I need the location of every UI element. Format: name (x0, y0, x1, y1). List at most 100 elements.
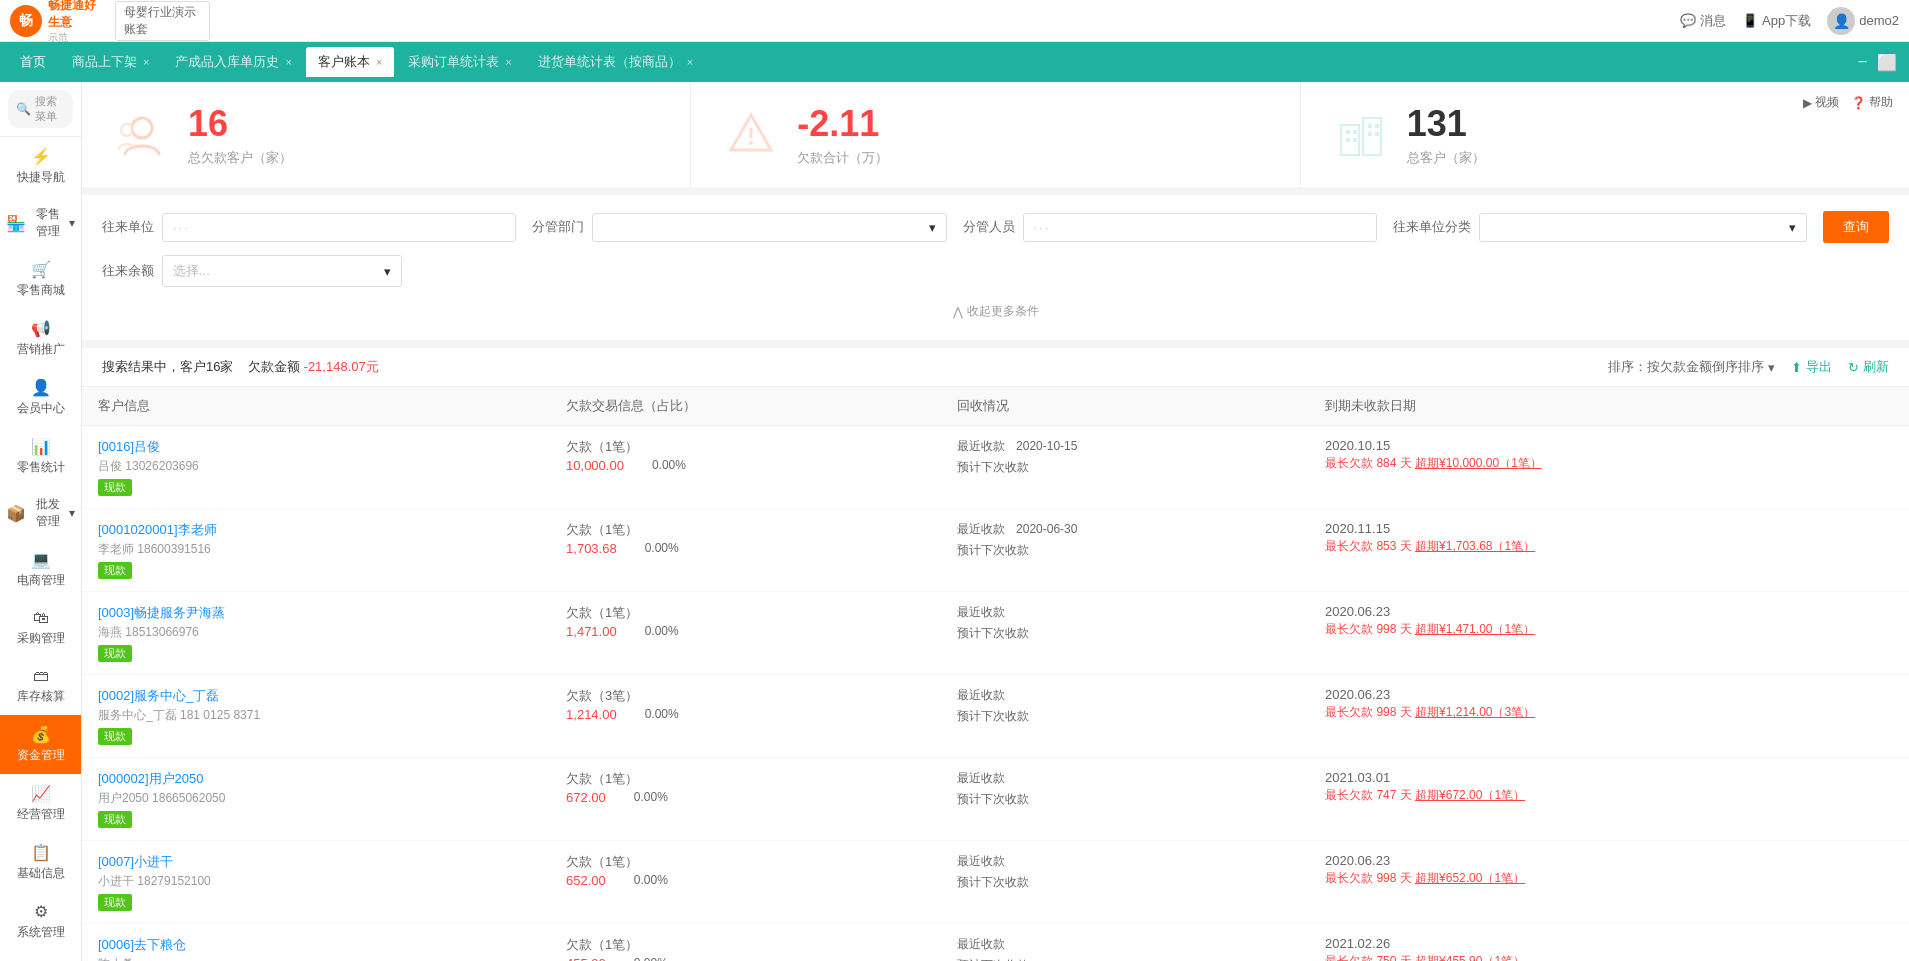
overdue-link-4[interactable]: 超期¥672.00（1笔） (1415, 788, 1525, 802)
collapse-button[interactable]: ⋀ 收起更多条件 (953, 303, 1039, 320)
tab-close-purchase-order[interactable]: × (505, 56, 511, 68)
tab-maximize[interactable]: ⬜ (1873, 49, 1901, 76)
filter-balance: 往来余额 选择... ▾ (102, 255, 402, 287)
tab-close-purchase-stats[interactable]: × (687, 56, 693, 68)
customer-name-link-1[interactable]: [0001020001]李老师 (98, 522, 217, 537)
table-row: [0007]小进干 小进干 18279152100 现款 欠款（1笔） 652.… (82, 841, 1909, 924)
sidebar-item-batch-mgmt[interactable]: 📦 批发管理 ▾ (0, 486, 81, 540)
overdue-link-3[interactable]: 超期¥1,214.00（3笔） (1415, 705, 1535, 719)
cell-recovery-3: 最近收款 预计下次收款 (941, 675, 1309, 758)
sort-button[interactable]: 排序：按欠款金额倒序排序 ▾ (1608, 358, 1775, 376)
overdue-link-5[interactable]: 超期¥652.00（1笔） (1415, 871, 1525, 885)
cell-due-date-6: 2021.02.26 最长欠款 750 天 超期¥455.90（1笔） (1309, 924, 1909, 961)
query-button[interactable]: 查询 (1823, 211, 1889, 243)
debt-amount-3: 1,214.00 (566, 707, 617, 722)
chevron-down-icon-category: ▾ (1789, 220, 1796, 235)
ecom-mgmt-icon: 💻 (31, 550, 51, 569)
refresh-button[interactable]: ↻ 刷新 (1848, 358, 1889, 376)
svg-rect-7 (1346, 130, 1350, 134)
cell-recovery-2: 最近收款 预计下次收款 (941, 592, 1309, 675)
avatar: 👤 (1827, 7, 1855, 35)
collapse-icon: ⋀ (953, 305, 963, 319)
svg-point-4 (749, 141, 753, 145)
overdue-info-0: 最长欠款 884 天 超期¥10,000.00（1笔） (1325, 455, 1893, 472)
sidebar-item-quick-nav[interactable]: ⚡ 快捷导航 (0, 137, 81, 196)
filter-person-input[interactable]: ··· (1023, 213, 1377, 242)
sidebar-item-retail-mgmt[interactable]: 🏪 零售管理 ▾ (0, 196, 81, 250)
customer-contact-2: 海燕 18513066976 (98, 624, 534, 641)
overdue-link-2[interactable]: 超期¥1,471.00（1笔） (1415, 622, 1535, 636)
chevron-down-icon-sort: ▾ (1768, 360, 1775, 375)
svg-rect-11 (1368, 124, 1372, 128)
tab-product-history[interactable]: 产成品入库单历史 × (163, 47, 303, 77)
sidebar-item-system[interactable]: ⚙ 系统管理 (0, 892, 81, 951)
customer-contact-6: 陈小希 (98, 956, 534, 961)
download-icon: 📱 (1742, 13, 1758, 28)
export-button[interactable]: ⬆ 导出 (1791, 358, 1832, 376)
tab-close-product-off[interactable]: × (143, 56, 149, 68)
store-selector[interactable]: 母婴行业演示账套 (115, 1, 210, 41)
sidebar-item-retail-stats[interactable]: 📊 零售统计 (0, 427, 81, 486)
customer-name-link-2[interactable]: [0003]畅捷服务尹海蒸 (98, 605, 225, 620)
overdue-link-1[interactable]: 超期¥1,703.68（1笔） (1415, 539, 1535, 553)
sidebar-item-inventory[interactable]: 🗃 库存核算 (0, 657, 81, 715)
sidebar-item-finance[interactable]: 💰 资金管理 (0, 715, 81, 774)
sidebar-item-ecom-mgmt[interactable]: 💻 电商管理 (0, 540, 81, 599)
tab-home[interactable]: 首页 (8, 47, 58, 77)
search-result-text: 搜索结果中，客户16家 (102, 359, 233, 374)
debt-percent-6: 0.00% (634, 956, 668, 961)
overdue-link-0[interactable]: 超期¥10,000.00（1笔） (1415, 456, 1542, 470)
cell-recovery-5: 最近收款 预计下次收款 (941, 841, 1309, 924)
retail-mall-icon: 🛒 (31, 260, 51, 279)
tab-minimize[interactable]: − (1854, 49, 1871, 75)
video-btn[interactable]: ▶ 视频 (1803, 94, 1839, 111)
cell-recovery-6: 最近收款 预计下次收款 (941, 924, 1309, 961)
debt-amount-1: 1,703.68 (566, 541, 617, 556)
app-download-btn[interactable]: 📱 App下载 (1742, 12, 1811, 30)
biz-mgmt-icon: 📈 (31, 784, 51, 803)
customer-name-link-4[interactable]: [000002]用户2050 (98, 771, 204, 786)
sidebar-item-retail-mall[interactable]: 🛒 零售商城 (0, 250, 81, 309)
sidebar-item-member[interactable]: 👤 会员中心 (0, 368, 81, 427)
sidebar-item-purchase-mgmt[interactable]: 🛍 采购管理 (0, 599, 81, 657)
message-btn[interactable]: 💬 消息 (1680, 12, 1726, 30)
tab-customer-account[interactable]: 客户账本 × (306, 47, 394, 77)
sidebar-search-box[interactable]: 🔍 搜索菜单 (8, 90, 73, 128)
debt-amount-6: 455.90 (566, 956, 606, 961)
filter-supplier-input[interactable]: ··· (162, 213, 516, 242)
tab-close-customer-account[interactable]: × (376, 56, 382, 68)
search-label: 搜索菜单 (35, 94, 65, 124)
user-menu[interactable]: 👤 demo2 (1827, 7, 1899, 35)
batch-mgmt-icon: 📦 (6, 504, 26, 523)
overdue-link-6[interactable]: 超期¥455.90（1笔） (1415, 954, 1525, 961)
debt-customers-label: 总欠款客户（家） (188, 149, 660, 167)
customer-name-link-0[interactable]: [0016]吕俊 (98, 439, 160, 454)
help-btn[interactable]: ❓ 帮助 (1851, 94, 1893, 111)
customer-name-link-3[interactable]: [0002]服务中心_丁磊 (98, 688, 219, 703)
sidebar-item-enterprise[interactable]: 🤝 企业协同 (0, 951, 81, 961)
cell-due-date-2: 2020.06.23 最长欠款 998 天 超期¥1,471.00（1笔） (1309, 592, 1909, 675)
filter-category-select[interactable]: ▾ (1479, 213, 1807, 242)
tab-product-off[interactable]: 商品上下架 × (60, 47, 161, 77)
sidebar-item-basic-info[interactable]: 📋 基础信息 (0, 833, 81, 892)
filter-area: 往来单位 ··· 分管部门 ▾ 分管人员 ··· (82, 195, 1909, 340)
customer-name-link-6[interactable]: [0006]去下粮仓 (98, 937, 186, 952)
debt-count-3: 欠款（3笔） (566, 687, 925, 705)
customer-name-link-5[interactable]: [0007]小进干 (98, 854, 173, 869)
sidebar-item-marketing[interactable]: 📢 营销推广 (0, 309, 81, 368)
customer-tag-0: 现款 (98, 479, 132, 496)
stat-card-debt-amount: -2.11 欠款合计（万） (691, 82, 1300, 187)
cell-customer-0: [0016]吕俊 吕俊 13026203696 现款 (82, 426, 550, 509)
filter-dept-select[interactable]: ▾ (592, 213, 946, 242)
debt-count-4: 欠款（1笔） (566, 770, 925, 788)
debt-percent-5: 0.00% (634, 873, 668, 887)
stat-top-actions: ▶ 视频 ❓ 帮助 (1803, 94, 1893, 111)
message-icon: 💬 (1680, 13, 1696, 28)
tab-close-product-history[interactable]: × (285, 56, 291, 68)
filter-balance-select[interactable]: 选择... ▾ (162, 255, 402, 287)
sidebar-item-biz-mgmt[interactable]: 📈 经营管理 (0, 774, 81, 833)
tab-purchase-order[interactable]: 采购订单统计表 × (396, 47, 523, 77)
customer-tag-4: 现款 (98, 811, 132, 828)
tab-purchase-stats[interactable]: 进货单统计表（按商品） × (526, 47, 705, 77)
customer-tag-1: 现款 (98, 562, 132, 579)
